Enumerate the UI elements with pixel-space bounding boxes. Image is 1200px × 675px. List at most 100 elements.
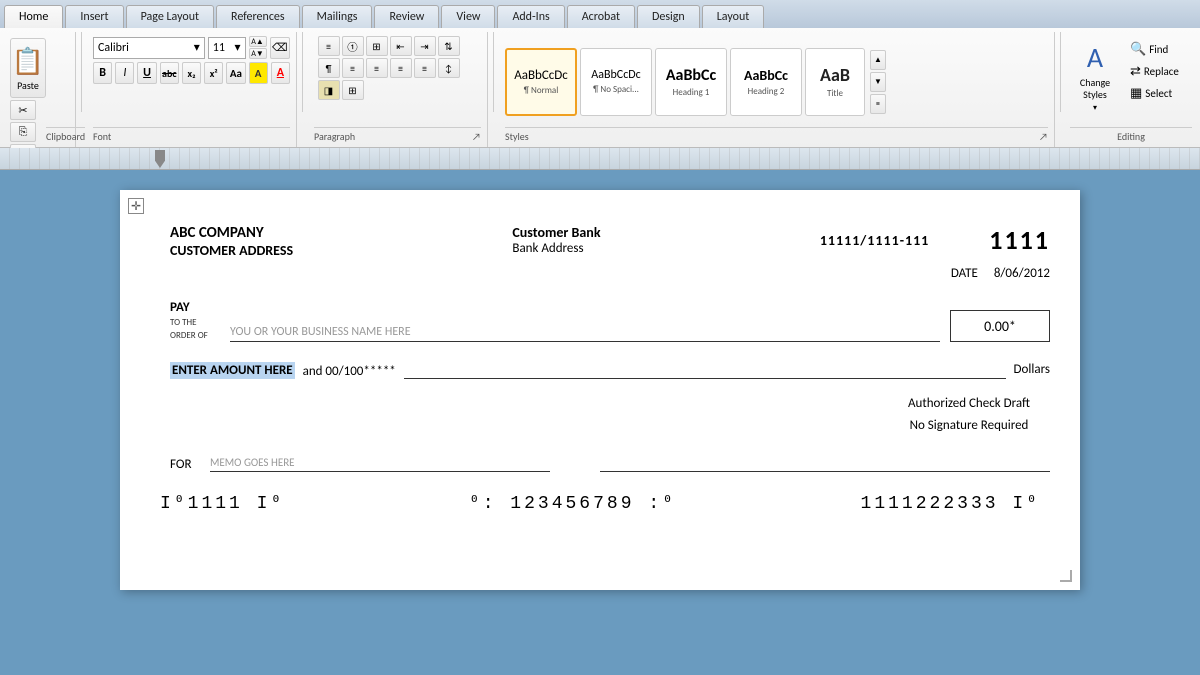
style-heading1[interactable]: AaBbCc Heading 1 [655,48,727,116]
underline-button[interactable]: U [137,62,156,84]
pay-to-line: YOU OR YOUR BUSINESS NAME HERE [230,324,940,342]
style-heading2[interactable]: AaBbCc Heading 2 [730,48,802,116]
amount-value: 0.00* [984,318,1016,335]
tab-insert[interactable]: Insert [65,5,123,28]
align-center-button[interactable]: ≡ [366,58,388,78]
editing-label: Editing [1070,127,1192,143]
page-corner-marker [1060,570,1072,582]
tab-home[interactable]: Home [4,5,63,28]
auth-text: Authorized Check Draft No Signature Requ… [908,393,1030,437]
replace-button[interactable]: ⇄ Replace [1126,62,1183,81]
styles-group: AaBbCcDc ¶ Normal AaBbCcDc ¶ No Spaci...… [499,32,1055,147]
styles-scroll: ▲ ▼ ≡ [870,50,886,114]
routing-number: 11111/1111-111 [820,232,929,249]
borders-button[interactable]: ⊞ [342,80,364,100]
change-case-button[interactable]: Aa [226,62,245,84]
sort-button[interactable]: ⇅ [438,36,460,56]
micr-row: I⁰1111 I⁰ ⁰: 123456789 :⁰ 1111222333 I⁰ [150,492,1050,514]
page-anchor[interactable]: ✛ [128,198,144,214]
font-color-button[interactable]: A [271,62,290,84]
pay-label-block: PAY TO THE ORDER OF [170,299,220,342]
select-icon: ▦ [1130,86,1142,101]
font-name-input[interactable]: Calibri ▾ [93,37,205,59]
paste-button[interactable]: 📋 Paste [10,38,46,98]
decrease-indent-button[interactable]: ⇤ [390,36,412,56]
justify-button[interactable]: ≡ [414,58,436,78]
tab-mailings[interactable]: Mailings [302,5,373,28]
check-routing-area: 11111/1111-111 1111 DATE 8/06/2012 [820,214,1050,281]
select-button[interactable]: ▦ Select [1126,84,1183,103]
paste-icon: 📋 [12,45,44,77]
shading-button[interactable]: ◨ [318,80,340,100]
tab-view[interactable]: View [441,5,495,28]
style-title[interactable]: AaB Title [805,48,865,116]
auth-line2: No Signature Required [908,415,1030,437]
strikethrough-button[interactable]: abc [160,62,179,84]
change-editing-group: A ChangeStyles ▾ 🔍 Find ⇄ Replace ▦ [1066,32,1196,147]
styles-scroll-more[interactable]: ≡ [870,94,886,114]
para-buttons: ≡ ① ⊞ ⇤ ⇥ ⇅ ¶ ≡ ≡ ≡ ≡ ↕ ◨ ⊞ [318,36,478,100]
line-spacing-button[interactable]: ↕ [438,58,460,78]
style-normal[interactable]: AaBbCcDc ¶ Normal [505,48,577,116]
amount-words-rest: and 00/100***** [303,364,396,379]
change-styles-button[interactable]: A ChangeStyles ▾ [1070,36,1120,117]
pay-amount-box: 0.00* [950,310,1050,342]
memo-line: MEMO GOES HERE [210,456,550,472]
styles-scroll-up[interactable]: ▲ [870,50,886,70]
paragraph-group: ≡ ① ⊞ ⇤ ⇥ ⇅ ¶ ≡ ≡ ≡ ≡ ↕ ◨ ⊞ Paragraph [308,32,488,147]
amount-words-highlight: ENTER AMOUNT HERE [170,362,295,379]
cut-button[interactable]: ✂ [10,100,36,120]
tab-layout[interactable]: Layout [702,5,765,28]
tab-review[interactable]: Review [374,5,439,28]
style-no-spacing[interactable]: AaBbCcDc ¶ No Spaci... [580,48,652,116]
paragraph-group-expander[interactable]: ↗ [472,130,481,143]
superscript-button[interactable]: x² [204,62,223,84]
ruler [0,148,1200,170]
tab-page-layout[interactable]: Page Layout [126,5,214,28]
bank-name: Customer Bank [512,224,600,241]
multilevel-list-button[interactable]: ⊞ [366,36,388,56]
increase-indent-button[interactable]: ⇥ [414,36,436,56]
styles-scroll-down[interactable]: ▼ [870,72,886,92]
divider-3 [493,32,494,112]
list-bullets-button[interactable]: ≡ [318,36,340,56]
tab-bar: Home Insert Page Layout References Maili… [0,0,1200,28]
divider-4 [1060,32,1061,112]
memo-row: FOR MEMO GOES HERE [150,456,1050,472]
check-header: ABC COMPANY CUSTOMER ADDRESS Customer Ba… [150,214,1050,281]
copy-button[interactable]: ⎘ [10,122,36,142]
font-size-input[interactable]: 11 ▾ [208,37,246,59]
tab-add-ins[interactable]: Add-Ins [497,5,564,28]
tab-acrobat[interactable]: Acrobat [567,5,635,28]
style-nospace-sample: AaBbCcDc [591,68,640,82]
cut-icon: ✂ [18,104,27,117]
subscript-button[interactable]: x₂ [182,62,201,84]
style-h1-sample: AaBbCc [666,66,716,85]
show-formatting-button[interactable]: ¶ [318,58,340,78]
change-styles-dropdown[interactable]: ▾ [1093,103,1097,113]
list-numbers-button[interactable]: ① [342,36,364,56]
style-h2-sample: AaBbCc [744,67,788,84]
amount-words-row: ENTER AMOUNT HERE and 00/100***** Dollar… [150,362,1050,379]
highlight-button[interactable]: A [249,62,268,84]
auth-line1: Authorized Check Draft [908,393,1030,415]
style-title-label: Title [827,88,843,99]
styles-group-expander[interactable]: ↗ [1039,130,1048,143]
dollars-label: Dollars [1014,362,1050,379]
italic-button[interactable]: I [115,62,134,84]
paragraph-group-label: Paragraph ↗ [314,127,481,143]
pay-to-text: YOU OR YOUR BUSINESS NAME HERE [230,325,411,339]
font-group: Calibri ▾ 11 ▾ A▲ A▼ ⌫ B I [87,32,297,147]
tab-references[interactable]: References [216,5,300,28]
align-left-button[interactable]: ≡ [342,58,364,78]
find-button[interactable]: 🔍 Find [1126,40,1183,59]
align-right-button[interactable]: ≡ [390,58,412,78]
font-name-dropdown-icon: ▾ [194,40,200,55]
font-size-increase[interactable]: A▲ [249,36,267,47]
font-size-decrease[interactable]: A▼ [249,48,267,59]
clear-format-button[interactable]: ⌫ [270,37,291,59]
tab-design[interactable]: Design [637,5,700,28]
style-h1-label: Heading 1 [673,87,710,98]
bold-button[interactable]: B [93,62,112,84]
customer-address: CUSTOMER ADDRESS [170,242,293,259]
